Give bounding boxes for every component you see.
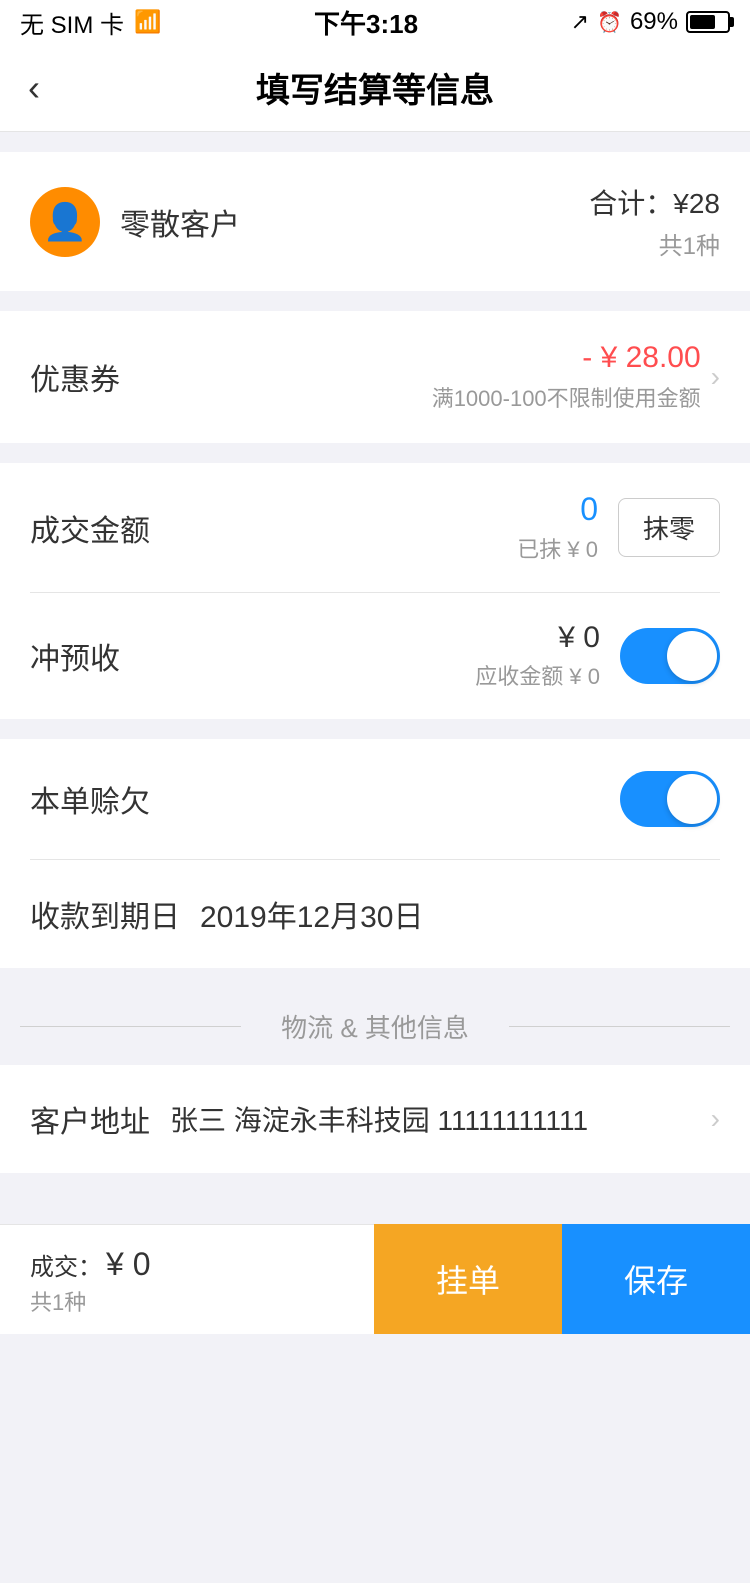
total-amount: 合计：¥28 [589,182,720,222]
customer-info: 👤 零散客户 [30,187,240,257]
battery-percent: 69% [630,8,678,36]
save-button[interactable]: 保存 [562,1224,750,1334]
page-title: 填写结算等信息 [256,63,494,112]
customer-section: 👤 零散客户 合计：¥28 共1种 [0,152,750,291]
debt-section: 本单赊欠 收款到期日 2019年12月30日 [0,739,750,968]
avatar-icon: 👤 [43,201,88,243]
gap-5 [0,968,750,988]
location-icon: ↗ [571,9,589,35]
footer: 成交： ¥ 0 共1种 挂单 保存 [0,1224,750,1334]
footer-info: 成交： ¥ 0 共1种 [0,1224,374,1334]
logistics-label: 物流 & 其他信息 [281,1008,469,1045]
coupon-amount: - ¥ 28.00 [432,341,701,375]
status-time: 下午3:18 [314,4,418,41]
logistics-line-right [509,1026,730,1027]
prepay-value: ¥ 0 [475,621,600,655]
gap-1 [0,132,750,152]
status-left: 无 SIM 卡 📶 [20,5,161,40]
address-section[interactable]: 客户地址 张三 海淀永丰科技园 11111111111 › [0,1065,750,1173]
address-label: 客户地址 [30,1097,150,1141]
customer-total: 合计：¥28 共1种 [589,182,720,261]
due-date-value[interactable]: 2019年12月30日 [200,892,423,936]
transaction-value[interactable]: 0 [517,491,598,528]
wifi-icon: 📶 [134,9,161,35]
prepay-label: 冲预收 [30,634,120,678]
debt-label: 本单赊欠 [30,777,150,821]
transaction-amount-area: 0 已抹 ¥ 0 [517,491,598,564]
status-right: ↗ ⏰ 69% [571,8,730,36]
coupon-info: - ¥ 28.00 满1000-100不限制使用金额 [432,341,701,413]
total-count: 共1种 [589,226,720,261]
logistics-line-left [20,1026,241,1027]
coupon-label: 优惠券 [30,355,120,399]
prepay-toggle[interactable] [620,628,720,684]
toggle-knob [667,631,717,681]
receivable-label: 应收金额 ¥ 0 [475,659,600,691]
alarm-icon: ⏰ [597,10,622,35]
round-zero-button[interactable]: 抹零 [618,498,720,557]
footer-deal-amount: ¥ 0 [106,1246,150,1283]
status-bar: 无 SIM 卡 📶 下午3:18 ↗ ⏰ 69% [0,0,750,44]
coupon-chevron-icon: › [711,361,720,393]
customer-name: 零散客户 [120,200,240,244]
back-button[interactable]: ‹ [28,67,40,109]
battery-icon [686,11,730,33]
already-zero-label: 已抹 ¥ 0 [517,532,598,564]
footer-deal-info: 成交： ¥ 0 共1种 [30,1242,150,1317]
footer-deal-label: 成交： [30,1247,102,1282]
logistics-divider: 物流 & 其他信息 [0,988,750,1065]
footer-count: 共1种 [30,1285,150,1317]
due-date-label: 收款到期日 [30,892,180,936]
coupon-section[interactable]: 优惠券 - ¥ 28.00 满1000-100不限制使用金额 › [0,311,750,443]
prepay-row: 冲预收 ¥ 0 应收金额 ¥ 0 [30,593,720,719]
coupon-description: 满1000-100不限制使用金额 [432,381,701,413]
transaction-row: 成交金额 0 已抹 ¥ 0 抹零 [30,463,720,592]
gap-3 [0,443,750,463]
debt-toggle[interactable] [620,771,720,827]
avatar: 👤 [30,187,100,257]
address-chevron-icon: › [711,1103,720,1135]
prepay-amounts: ¥ 0 应收金额 ¥ 0 [475,621,600,691]
hold-button[interactable]: 挂单 [374,1224,562,1334]
transaction-section: 成交金额 0 已抹 ¥ 0 抹零 冲预收 ¥ 0 应收金额 ¥ 0 [0,463,750,719]
address-value: 张三 海淀永丰科技园 11111111111 [170,1099,681,1139]
debt-toggle-knob [667,774,717,824]
due-date-row: 收款到期日 2019年12月30日 [30,860,720,968]
transaction-label: 成交金额 [30,506,150,550]
gap-2 [0,291,750,311]
carrier-label: 无 SIM 卡 [20,5,124,40]
gap-4 [0,719,750,739]
nav-bar: ‹ 填写结算等信息 [0,44,750,132]
